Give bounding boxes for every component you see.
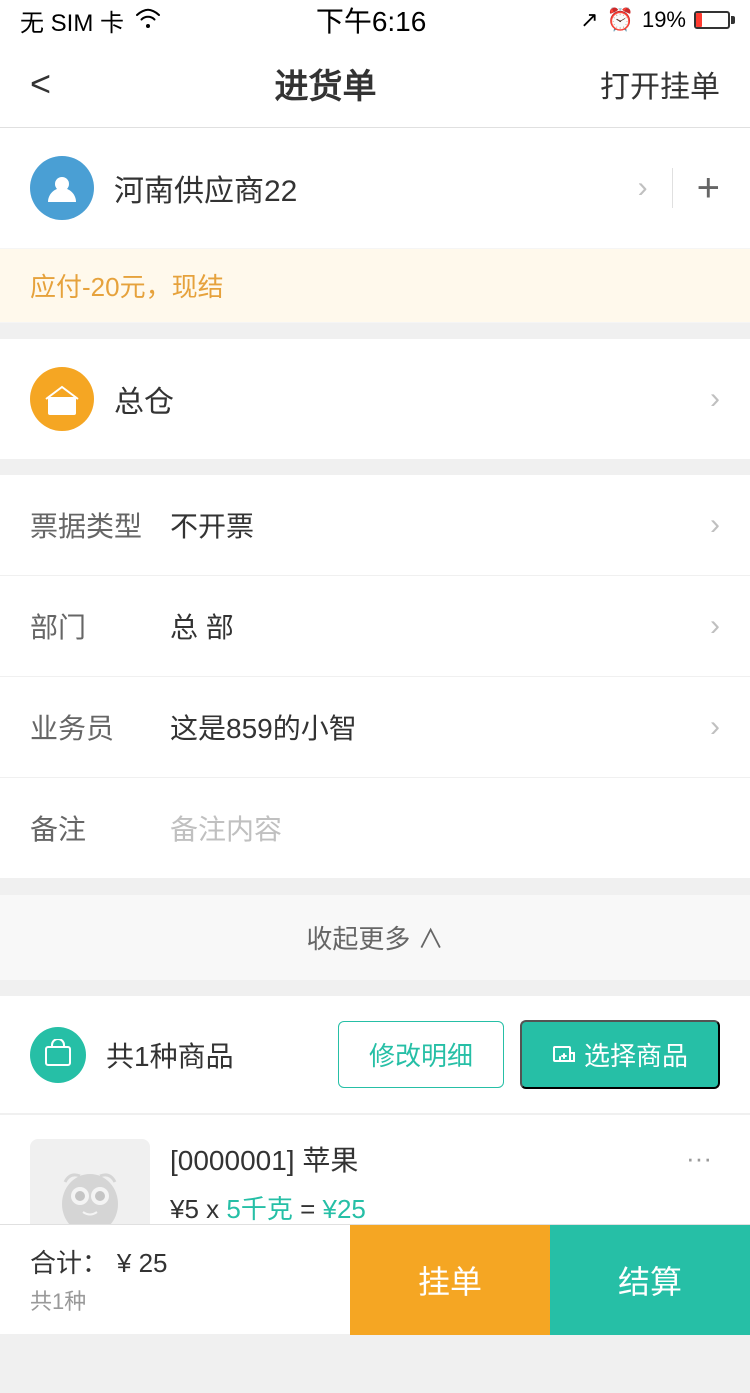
product-formula-text: ¥5 x — [170, 1194, 226, 1224]
bottom-bar: 合计： ¥ 25 共1种 挂单 结算 — [0, 1224, 750, 1334]
warehouse-icon — [30, 367, 94, 431]
form-section: 票据类型 不开票 › 部门 总 部 › 业务员 这是859的小智 › 备注 备注… — [0, 475, 750, 879]
total-label: 合计： — [30, 1248, 108, 1278]
ticket-type-value: 不开票 — [150, 505, 710, 545]
product-code: [0000001] — [170, 1145, 295, 1176]
supplier-name: 河南供应商22 — [114, 166, 638, 210]
warehouse-name: 总仓 — [114, 377, 710, 421]
edit-detail-button[interactable]: 修改明细 — [338, 1021, 504, 1088]
warehouse-row[interactable]: 总仓 › — [0, 339, 750, 459]
collapse-label: 收起更多 ∧ — [306, 924, 443, 954]
select-product-label: 选择商品 — [584, 1036, 688, 1073]
page-title: 进货单 — [275, 59, 377, 108]
product-more-button[interactable]: ··· — [678, 1139, 720, 1178]
product-header: 共1种商品 修改明细 选择商品 — [0, 996, 750, 1113]
product-title-text: 苹果 — [302, 1145, 358, 1176]
alarm-icon: ⏰ — [607, 7, 634, 33]
wifi-icon — [134, 6, 162, 35]
open-hang-button[interactable]: 打开挂单 — [600, 62, 720, 106]
department-row[interactable]: 部门 总 部 › — [0, 576, 750, 677]
supplier-row[interactable]: 河南供应商22 › + — [0, 128, 750, 249]
staff-label: 业务员 — [30, 707, 150, 747]
product-quantity: 5千克 — [226, 1194, 292, 1224]
staff-value: 这是859的小智 — [150, 707, 710, 747]
department-label: 部门 — [30, 606, 150, 646]
product-price: ¥5 x 5千克 = ¥25 — [170, 1189, 678, 1226]
warehouse-arrow-icon: › — [710, 382, 720, 416]
checkout-button[interactable]: 结算 — [550, 1225, 750, 1335]
remark-label: 备注 — [30, 808, 150, 848]
product-total: ¥25 — [322, 1194, 365, 1224]
select-product-button[interactable]: 选择商品 — [520, 1020, 720, 1089]
department-arrow-icon: › — [710, 609, 720, 643]
total-amount: 合计： ¥ 25 — [30, 1243, 320, 1280]
product-name: [0000001] 苹果 — [170, 1139, 678, 1179]
supplier-arrow-icon: › — [638, 171, 648, 205]
hang-button[interactable]: 挂单 — [350, 1225, 550, 1335]
content: 河南供应商22 › + 应付-20元，现结 总仓 › 票据类型 不开票 › — [0, 128, 750, 1393]
battery-text: 19% — [642, 7, 686, 33]
status-bar: 无 SIM 卡 下午6:16 ↗ ⏰ 19% — [0, 0, 750, 40]
total-value: ¥ 25 — [117, 1248, 168, 1278]
product-count-icon — [30, 1027, 86, 1083]
ticket-type-arrow-icon: › — [710, 508, 720, 542]
status-time: 下午6:16 — [316, 0, 427, 40]
add-supplier-button[interactable]: + — [697, 166, 720, 211]
staff-arrow-icon: › — [710, 710, 720, 744]
total-count: 共1种 — [30, 1284, 320, 1316]
ticket-type-label: 票据类型 — [30, 505, 150, 545]
status-left: 无 SIM 卡 — [20, 3, 162, 38]
remark-input[interactable]: 备注内容 — [150, 808, 720, 848]
back-button[interactable]: < — [30, 63, 51, 105]
collapse-button[interactable]: 收起更多 ∧ — [0, 895, 750, 980]
product-count-text: 共1种商品 — [106, 1035, 338, 1075]
product-equals: = — [293, 1194, 323, 1224]
warehouse-section: 总仓 › — [0, 339, 750, 459]
divider — [672, 168, 673, 208]
staff-row[interactable]: 业务员 这是859的小智 › — [0, 677, 750, 778]
supplier-avatar — [30, 156, 94, 220]
carrier-text: 无 SIM 卡 — [20, 3, 124, 38]
supplier-section: 河南供应商22 › + 应付-20元，现结 — [0, 128, 750, 323]
department-value: 总 部 — [150, 606, 710, 646]
status-right: ↗ ⏰ 19% — [580, 7, 730, 33]
location-icon: ↗ — [580, 7, 598, 33]
total-section: 合计： ¥ 25 共1种 — [0, 1243, 350, 1316]
remark-row[interactable]: 备注 备注内容 — [0, 778, 750, 879]
supplier-notice: 应付-20元，现结 — [0, 249, 750, 323]
product-info: [0000001] 苹果 ¥5 x 5千克 = ¥25 — [170, 1139, 678, 1226]
battery-icon — [694, 11, 730, 29]
nav-bar: < 进货单 打开挂单 — [0, 40, 750, 128]
ticket-type-row[interactable]: 票据类型 不开票 › — [0, 475, 750, 576]
